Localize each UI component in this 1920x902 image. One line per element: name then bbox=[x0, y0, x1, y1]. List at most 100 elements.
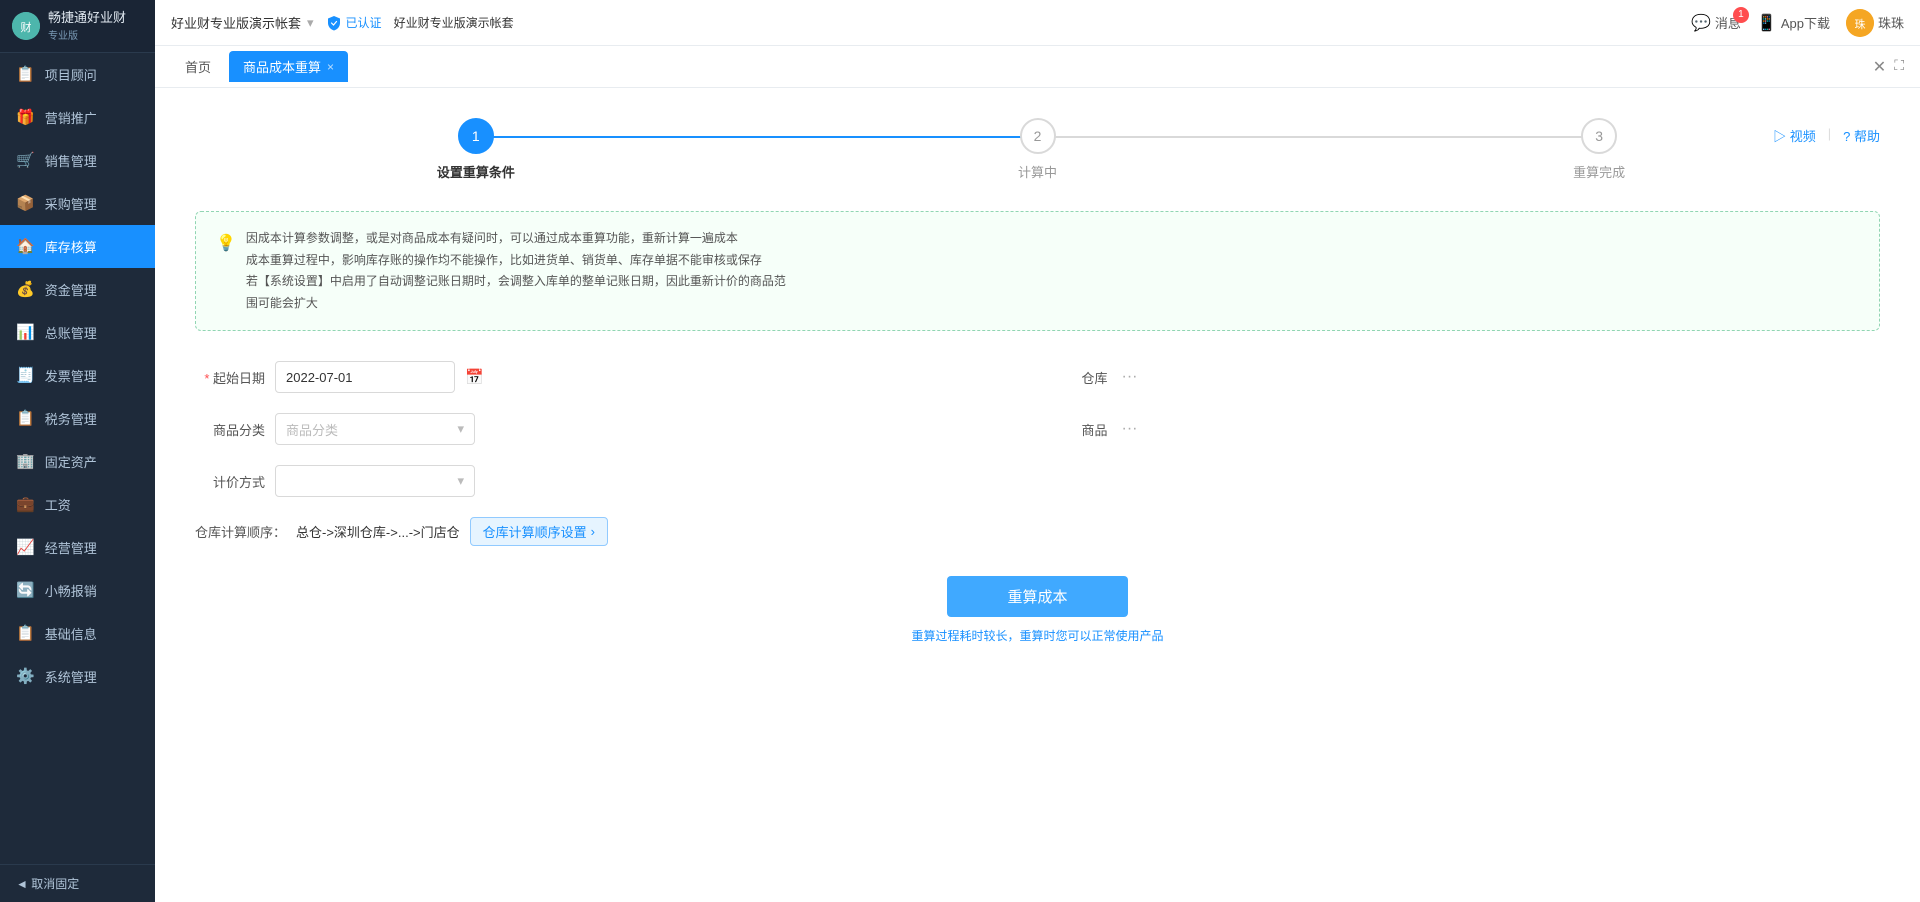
steps-indicator: 1 设置重算条件 2 计算中 3 重算完成 ▷ 视频 | bbox=[195, 118, 1880, 181]
step-1-label: 设置重算条件 bbox=[437, 162, 515, 181]
sidebar-label-expense: 小畅报销 bbox=[45, 581, 97, 600]
sidebar-menu: 📋 项目顾问 🎁 营销推广 🛒 销售管理 📦 采购管理 🏠 库存核算 💰 资金管… bbox=[0, 53, 155, 864]
sidebar-label-finance: 资金管理 bbox=[45, 280, 97, 299]
sidebar-label-project: 项目顾问 bbox=[45, 65, 97, 84]
message-badge: 1 bbox=[1733, 7, 1749, 23]
avatar: 珠 bbox=[1846, 9, 1874, 37]
recalc-button[interactable]: 重算成本 bbox=[947, 576, 1127, 617]
sales-icon: 🛒 bbox=[16, 151, 35, 169]
message-icon: 💬 bbox=[1691, 13, 1711, 33]
sidebar-item-invoice[interactable]: 🧾 发票管理 bbox=[0, 354, 155, 397]
svg-text:珠: 珠 bbox=[1854, 17, 1865, 31]
main-area: 好业财专业版演示帐套 ▾ 已认证 好业财专业版演示帐套 💬 消息 1 📱 App… bbox=[155, 0, 1920, 902]
mobile-icon: 📱 bbox=[1757, 13, 1777, 33]
verified-text: 已认证 bbox=[346, 14, 382, 31]
salary-icon: 💼 bbox=[16, 495, 35, 513]
warehouse-order-row: 仓库计算顺序： 总仓->深圳仓库->...->门店仓 仓库计算顺序设置 › bbox=[195, 517, 1880, 546]
expense-icon: 🔄 bbox=[16, 581, 35, 599]
marketing-icon: 🎁 bbox=[16, 108, 35, 126]
tab-cost-recalc-label: 商品成本重算 bbox=[243, 57, 321, 76]
sidebar-item-purchase[interactable]: 📦 采购管理 bbox=[0, 182, 155, 225]
sidebar-logo: 财 畅捷通好业财 专业版 bbox=[0, 0, 155, 53]
sidebar-item-project[interactable]: 📋 项目顾问 bbox=[0, 53, 155, 96]
tab-close-icon[interactable]: × bbox=[327, 60, 334, 74]
sidebar-label-operation: 经营管理 bbox=[45, 538, 97, 557]
account-selector[interactable]: 好业财专业版演示帐套 ▾ bbox=[171, 13, 314, 32]
sidebar-item-fixed-assets[interactable]: 🏢 固定资产 bbox=[0, 440, 155, 483]
system-icon: ⚙️ bbox=[16, 667, 35, 685]
sidebar-label-inventory: 库存核算 bbox=[45, 237, 97, 256]
sidebar-item-expense[interactable]: 🔄 小畅报销 bbox=[0, 569, 155, 612]
invoice-icon: 🧾 bbox=[16, 366, 35, 384]
sidebar-item-operation[interactable]: 📈 经营管理 bbox=[0, 526, 155, 569]
logo-icon: 财 bbox=[12, 12, 40, 40]
basic-icon: 📋 bbox=[16, 624, 35, 642]
tab-home[interactable]: 首页 bbox=[171, 51, 225, 82]
account-name: 好业财专业版演示帐套 bbox=[171, 13, 301, 32]
tab-home-label: 首页 bbox=[185, 57, 211, 76]
verified-account-name: 好业财专业版演示帐套 bbox=[394, 14, 514, 31]
sidebar-item-basic[interactable]: 📋 基础信息 bbox=[0, 612, 155, 655]
pricing-dropdown-icon: ▾ bbox=[457, 473, 464, 489]
step-3-label: 重算完成 bbox=[1573, 162, 1625, 181]
video-link[interactable]: ▷ 视频 bbox=[1773, 126, 1816, 145]
sidebar-item-inventory[interactable]: 🏠 库存核算 bbox=[0, 225, 155, 268]
sidebar-item-marketing[interactable]: 🎁 营销推广 bbox=[0, 96, 155, 139]
inventory-icon: 🏠 bbox=[16, 237, 35, 255]
close-icon[interactable]: ✕ bbox=[1873, 57, 1886, 77]
pricing-select[interactable]: ▾ bbox=[275, 465, 475, 497]
category-select[interactable]: 商品分类 ▾ bbox=[275, 413, 475, 445]
category-dropdown-icon: ▾ bbox=[457, 421, 464, 437]
form-row-category-goods: 商品分类 商品分类 ▾ 商品 ··· bbox=[195, 413, 1880, 445]
tax-icon: 📋 bbox=[16, 409, 35, 427]
calendar-icon[interactable]: 📅 bbox=[465, 368, 484, 386]
pricing-row: 计价方式 ▾ bbox=[195, 465, 1880, 497]
tabbar-controls: ✕ ⛶ bbox=[1873, 57, 1904, 77]
form-row-date-warehouse: 起始日期 📅 仓库 ··· bbox=[195, 361, 1880, 393]
user-name: 珠珠 bbox=[1878, 13, 1904, 32]
warehouse-order-label: 仓库计算顺序： bbox=[195, 522, 286, 541]
step-1-circle: 1 bbox=[458, 118, 494, 154]
goods-select-button[interactable]: ··· bbox=[1118, 420, 1142, 438]
sidebar-item-sales[interactable]: 🛒 销售管理 bbox=[0, 139, 155, 182]
sidebar-label-basic: 基础信息 bbox=[45, 624, 97, 643]
app-name: 畅捷通好业财 bbox=[48, 10, 126, 27]
pin-toggle-button[interactable]: ◄ 取消固定 bbox=[0, 864, 155, 902]
warehouse-order-value: 总仓->深圳仓库->...->门店仓 bbox=[296, 522, 460, 541]
sidebar-item-system[interactable]: ⚙️ 系统管理 bbox=[0, 655, 155, 698]
warehouse-order-setting-button[interactable]: 仓库计算顺序设置 › bbox=[470, 517, 608, 546]
sidebar-item-accounting[interactable]: 📊 总账管理 bbox=[0, 311, 155, 354]
start-date-label: 起始日期 bbox=[195, 368, 265, 387]
sidebar-label-accounting: 总账管理 bbox=[45, 323, 97, 342]
form-category-section: 商品分类 商品分类 ▾ bbox=[195, 413, 1038, 445]
sidebar-item-tax[interactable]: 📋 税务管理 bbox=[0, 397, 155, 440]
sidebar-label-fixed-assets: 固定资产 bbox=[45, 452, 97, 471]
app-download-button[interactable]: 📱 App下载 bbox=[1757, 13, 1830, 33]
tab-cost-recalc[interactable]: 商品成本重算 × bbox=[229, 51, 348, 82]
warehouse-label: 仓库 bbox=[1038, 368, 1108, 387]
user-avatar-button[interactable]: 珠 珠珠 bbox=[1846, 9, 1904, 37]
start-date-input[interactable] bbox=[275, 361, 455, 393]
sidebar-item-finance[interactable]: 💰 资金管理 bbox=[0, 268, 155, 311]
sidebar-label-sales: 销售管理 bbox=[45, 151, 97, 170]
accounting-icon: 📊 bbox=[16, 323, 35, 341]
info-box: 💡 因成本计算参数调整，或是对商品成本有疑问时，可以通过成本重算功能，重新计算一… bbox=[195, 211, 1880, 331]
help-link[interactable]: ? 帮助 bbox=[1843, 126, 1880, 145]
expand-icon[interactable]: ⛶ bbox=[1894, 57, 1904, 77]
sidebar-item-salary[interactable]: 💼 工资 bbox=[0, 483, 155, 526]
message-button[interactable]: 💬 消息 1 bbox=[1691, 13, 1741, 33]
operation-icon: 📈 bbox=[16, 538, 35, 556]
sidebar-label-purchase: 采购管理 bbox=[45, 194, 97, 213]
step-1: 1 设置重算条件 bbox=[195, 118, 757, 181]
form-goods-section: 商品 ··· bbox=[1038, 420, 1881, 439]
warehouse-select-button[interactable]: ··· bbox=[1118, 368, 1142, 386]
sidebar: 财 畅捷通好业财 专业版 📋 项目顾问 🎁 营销推广 🛒 销售管理 📦 采购管理… bbox=[0, 0, 155, 902]
category-placeholder: 商品分类 bbox=[286, 420, 338, 439]
topbar: 好业财专业版演示帐套 ▾ 已认证 好业财专业版演示帐套 💬 消息 1 📱 App… bbox=[155, 0, 1920, 46]
steps-help: ▷ 视频 | ? 帮助 bbox=[1773, 126, 1880, 145]
goods-label: 商品 bbox=[1038, 420, 1108, 439]
info-text: 因成本计算参数调整，或是对商品成本有疑问时，可以通过成本重算功能，重新计算一遍成… bbox=[246, 228, 786, 314]
step-3-circle: 3 bbox=[1581, 118, 1617, 154]
sidebar-label-tax: 税务管理 bbox=[45, 409, 97, 428]
category-label: 商品分类 bbox=[195, 420, 265, 439]
